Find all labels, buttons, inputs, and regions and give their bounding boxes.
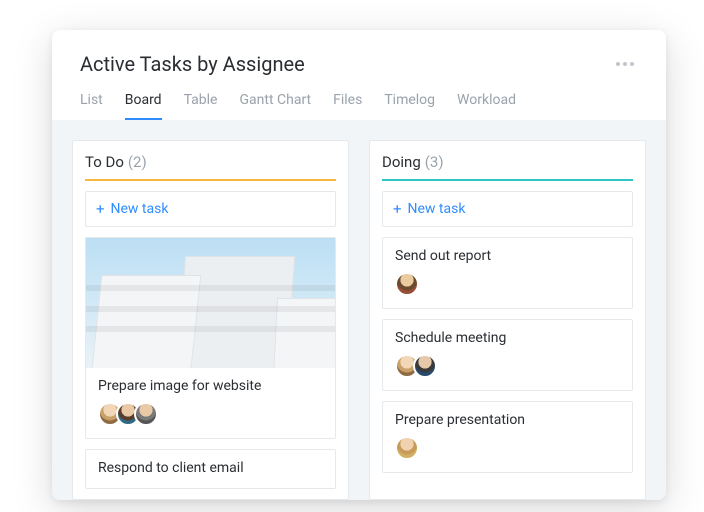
task-card-assignees [395,436,620,460]
tab-gantt-chart[interactable]: Gantt Chart [239,92,311,120]
task-card-title: Prepare image for website [98,378,323,394]
task-card[interactable]: Respond to client email [85,449,336,489]
tab-list[interactable]: List [80,92,103,120]
task-card[interactable]: Prepare image for website [85,237,336,439]
column-doing: Doing (3) + New task Send out report Sch… [369,140,646,500]
task-card[interactable]: Schedule meeting [382,319,633,391]
task-card-image [86,238,335,368]
task-card-title: Send out report [395,248,620,264]
new-task-label: New task [408,201,466,217]
avatar[interactable] [395,436,419,460]
plus-icon: + [96,202,105,217]
avatar[interactable] [134,402,158,426]
task-card-title: Respond to client email [98,460,323,476]
tab-timelog[interactable]: Timelog [384,92,435,120]
panel-header: Active Tasks by Assignee List Board Tabl… [52,30,666,120]
column-count: (2) [128,153,147,171]
column-header-todo: To Do (2) [85,153,336,181]
column-count: (3) [425,153,444,171]
tab-board[interactable]: Board [125,92,162,120]
board-area: To Do (2) + New task Prepare image for w… [52,120,666,500]
task-card-title: Prepare presentation [395,412,620,428]
task-board-panel: Active Tasks by Assignee List Board Tabl… [52,30,666,500]
task-card[interactable]: Prepare presentation [382,401,633,473]
task-card[interactable]: Send out report [382,237,633,309]
task-card-title: Schedule meeting [395,330,620,346]
task-card-assignees [395,354,620,378]
task-card-assignees [98,402,323,426]
column-title: Doing [382,153,421,171]
new-task-label: New task [111,201,169,217]
page-title: Active Tasks by Assignee [80,52,305,76]
more-options-button[interactable] [612,58,638,70]
avatar[interactable] [413,354,437,378]
tab-workload[interactable]: Workload [457,92,516,120]
tab-table[interactable]: Table [184,92,218,120]
new-task-button-todo[interactable]: + New task [85,191,336,227]
new-task-button-doing[interactable]: + New task [382,191,633,227]
tab-files[interactable]: Files [333,92,362,120]
column-header-doing: Doing (3) [382,153,633,181]
avatar[interactable] [395,272,419,296]
column-title: To Do [85,153,124,171]
view-tabs: List Board Table Gantt Chart Files Timel… [80,92,638,120]
plus-icon: + [393,202,402,217]
column-todo: To Do (2) + New task Prepare image for w… [72,140,349,500]
task-card-assignees [395,272,620,296]
